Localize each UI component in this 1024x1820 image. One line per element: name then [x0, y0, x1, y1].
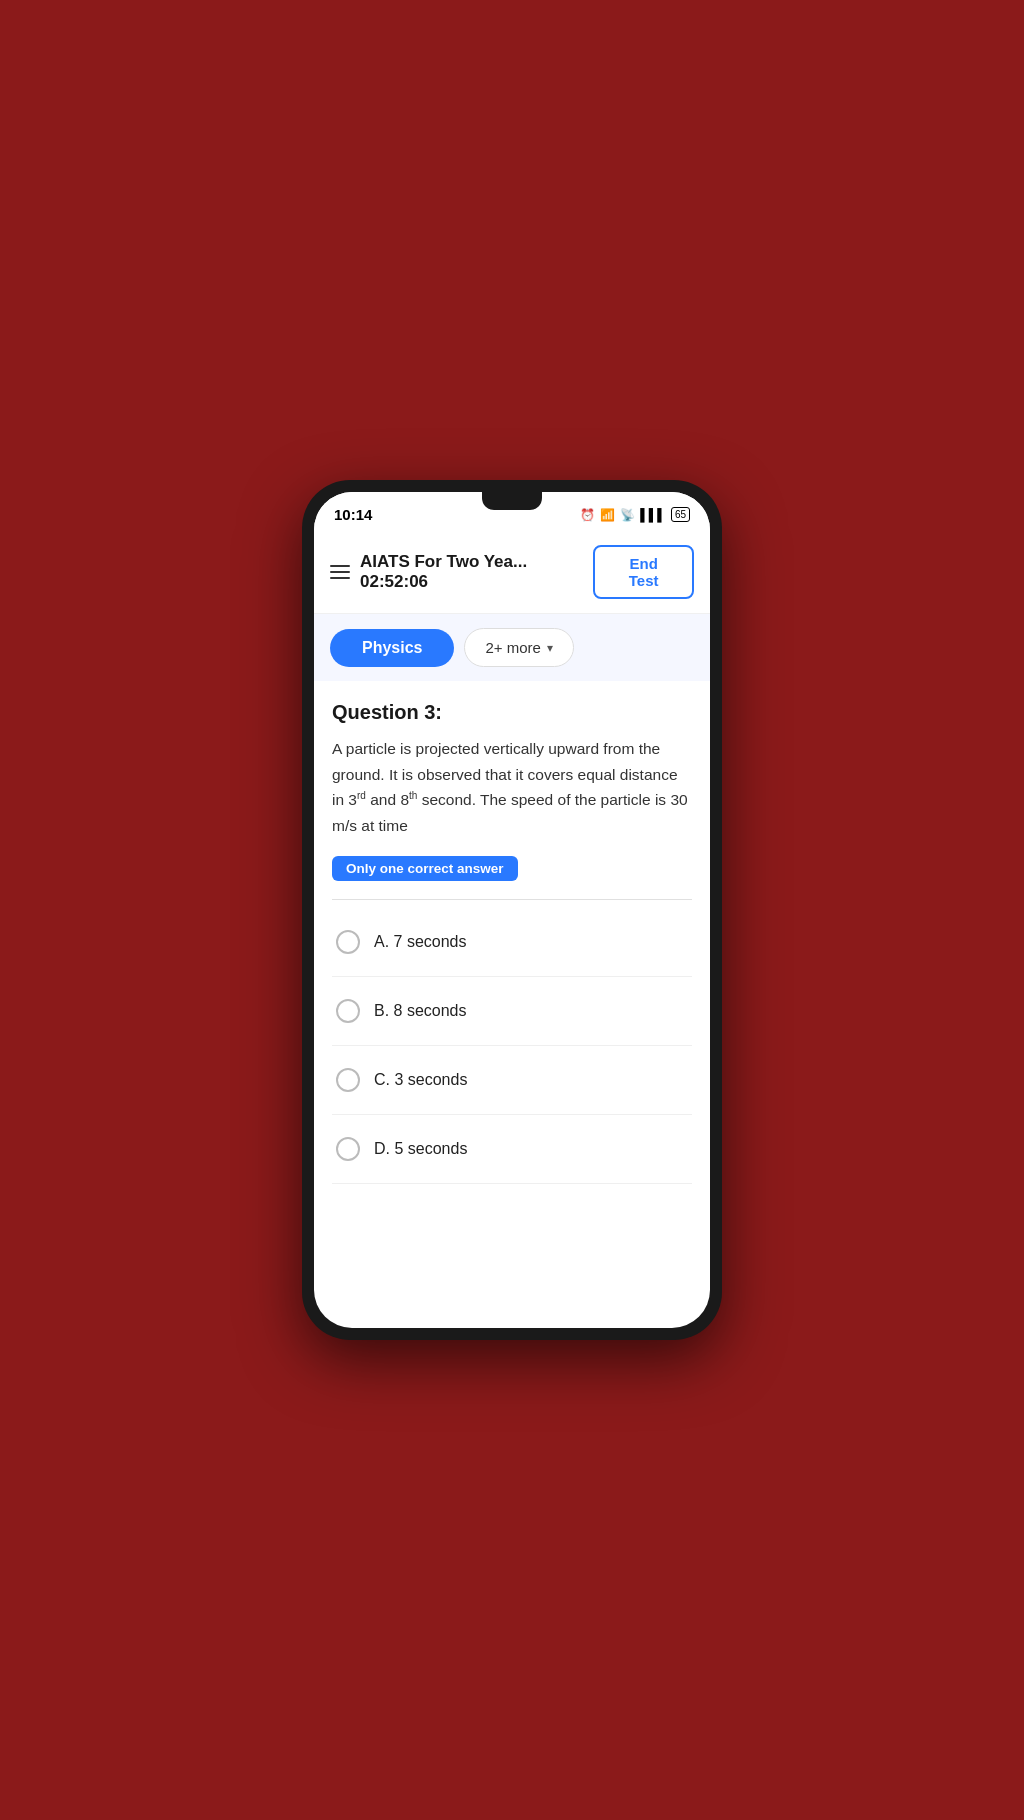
signal-icon: 📡 — [620, 508, 635, 522]
alarm-icon: ⏰ — [580, 508, 595, 522]
option-d[interactable]: D. 5 seconds — [332, 1115, 692, 1184]
end-test-button[interactable]: End Test — [593, 545, 694, 599]
question-text: A particle is projected vertically upwar… — [332, 736, 692, 838]
option-b-label: B. 8 seconds — [374, 1002, 467, 1020]
network-bars-icon: ▌▌▌ — [640, 508, 666, 522]
tab-bar: Physics 2+ more ▾ — [314, 614, 710, 681]
status-icons: ⏰ 📶 📡 ▌▌▌ 65 — [580, 507, 690, 522]
wifi-icon: 📶 — [600, 508, 615, 522]
option-b[interactable]: B. 8 seconds — [332, 977, 692, 1046]
battery-icon: 65 — [671, 507, 690, 522]
phone-frame: 10:14 ⏰ 📶 📡 ▌▌▌ 65 AIATS For Two Yea... … — [302, 480, 722, 1340]
radio-b[interactable] — [336, 999, 360, 1023]
option-c[interactable]: C. 3 seconds — [332, 1046, 692, 1115]
header-left: AIATS For Two Yea... 02:52:06 — [330, 552, 593, 592]
notch — [482, 492, 542, 510]
radio-a[interactable] — [336, 930, 360, 954]
app-header: AIATS For Two Yea... 02:52:06 End Test — [314, 531, 710, 614]
question-text-part2: and 8 — [366, 791, 409, 808]
status-time: 10:14 — [334, 506, 372, 523]
hamburger-menu-icon[interactable] — [330, 565, 350, 579]
more-tabs-button[interactable]: 2+ more ▾ — [464, 628, 573, 667]
options-list: A. 7 seconds B. 8 seconds C. 3 seconds D… — [332, 908, 692, 1184]
physics-tab[interactable]: Physics — [330, 629, 454, 667]
answer-type-badge: Only one correct answer — [332, 856, 518, 881]
option-a-label: A. 7 seconds — [374, 933, 467, 951]
header-title: AIATS For Two Yea... 02:52:06 — [360, 552, 593, 592]
chevron-down-icon: ▾ — [547, 641, 553, 655]
content-area: Question 3: A particle is projected vert… — [314, 681, 710, 1328]
option-d-label: D. 5 seconds — [374, 1140, 467, 1158]
radio-d[interactable] — [336, 1137, 360, 1161]
option-c-label: C. 3 seconds — [374, 1071, 467, 1089]
phone-screen: 10:14 ⏰ 📶 📡 ▌▌▌ 65 AIATS For Two Yea... … — [314, 492, 710, 1328]
superscript-rd: rd — [357, 790, 366, 801]
radio-c[interactable] — [336, 1068, 360, 1092]
question-title: Question 3: — [332, 701, 692, 724]
divider — [332, 899, 692, 900]
option-a[interactable]: A. 7 seconds — [332, 908, 692, 977]
more-tabs-label: 2+ more — [485, 639, 540, 656]
